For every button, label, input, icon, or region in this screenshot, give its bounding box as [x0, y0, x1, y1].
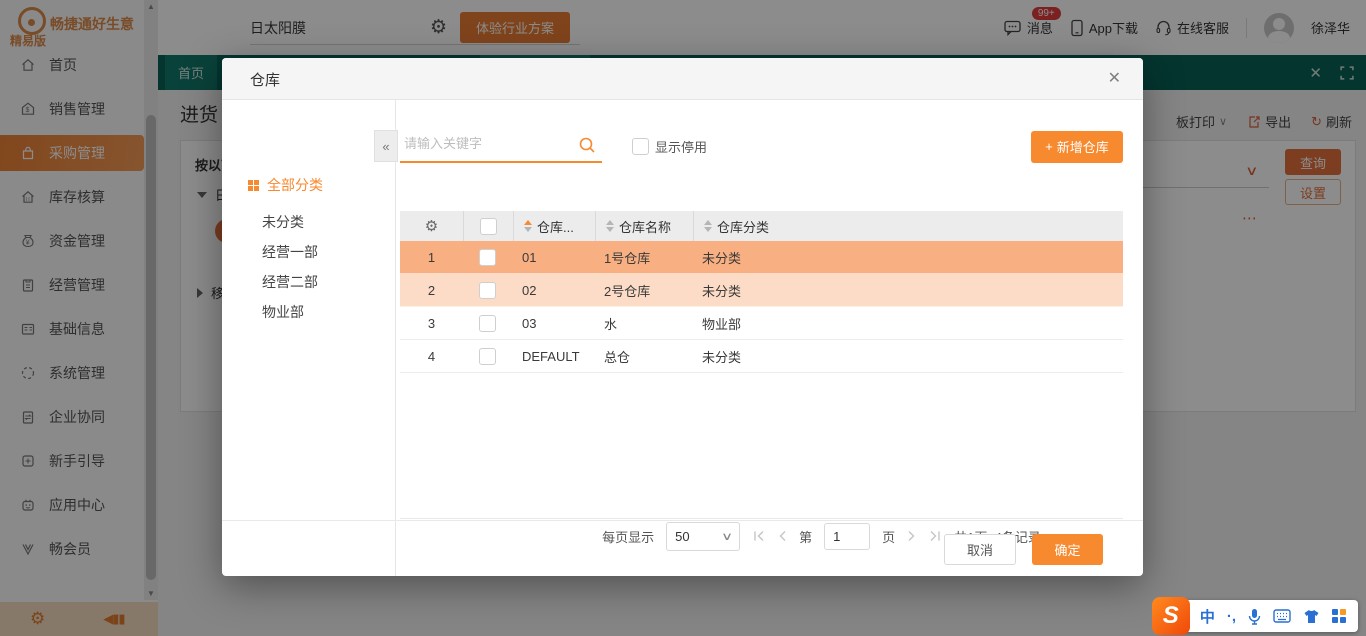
category-panel: 全部分类 未分类 经营一部 经营二部 物业部 [222, 99, 396, 576]
ime-language-mode[interactable]: 中 [1200, 606, 1215, 627]
ime-toolbox-grid-icon[interactable] [1332, 609, 1346, 623]
ime-punctuation-icon[interactable]: ·, [1227, 608, 1236, 625]
sort-icon[interactable] [704, 220, 712, 232]
category-item[interactable]: 物业部 [262, 302, 304, 322]
table-row[interactable]: 3 03 水 物业部 [400, 307, 1123, 340]
show-disabled-toggle[interactable]: 显示停用 [632, 137, 707, 156]
all-categories[interactable]: 全部分类 [248, 175, 323, 195]
modal-header: 仓库 ✕ [222, 58, 1143, 100]
column-header-name[interactable]: 仓库名称 [596, 211, 694, 241]
categories-grid-icon [248, 179, 259, 191]
row-checkbox[interactable] [479, 347, 496, 365]
column-header-category[interactable]: 仓库分类 [694, 211, 1123, 241]
show-disabled-checkbox[interactable] [632, 138, 649, 155]
sogou-logo-icon[interactable]: S [1151, 597, 1190, 635]
sort-asc-icon[interactable] [524, 220, 532, 232]
row-checkbox[interactable] [479, 314, 496, 332]
confirm-button[interactable]: 确定 [1032, 534, 1103, 565]
table-row[interactable]: 4 DEFAULT 总仓 未分类 [400, 340, 1123, 373]
search-icon[interactable] [578, 136, 596, 154]
modal-controls: 显示停用 + 新增仓库 [400, 130, 1123, 163]
table-row[interactable]: 1 01 1号仓库 未分类 [400, 241, 1123, 274]
select-all-cell[interactable] [464, 211, 514, 241]
plus-icon: + [1045, 139, 1053, 154]
app-window: 畅捷通好生意 精易版 首页 $ 销售管理 采购管理 库存核算 ¥ 资金管理 经营… [0, 0, 1366, 636]
cancel-button[interactable]: 取消 [944, 534, 1016, 565]
warehouse-table: ⚙ 仓库... 仓库名称 仓库分类 1 01 1号仓库 未分类 2 02 2号仓… [400, 211, 1123, 373]
select-all-checkbox[interactable] [480, 217, 497, 235]
category-item[interactable]: 未分类 [262, 212, 304, 232]
keyboard-icon[interactable] [1273, 609, 1291, 623]
row-checkbox[interactable] [479, 248, 496, 266]
panel-collapse-button[interactable]: « [374, 130, 398, 162]
column-settings-gear-icon[interactable]: ⚙ [425, 217, 438, 235]
search-input[interactable] [402, 134, 574, 152]
category-item[interactable]: 经营二部 [262, 272, 318, 292]
modal-close-icon[interactable]: ✕ [1108, 68, 1121, 88]
category-item[interactable]: 经营一部 [262, 242, 318, 262]
warehouse-modal: 仓库 ✕ 全部分类 未分类 经营一部 经营二部 物业部 « 显示停用 [222, 58, 1143, 576]
microphone-icon[interactable] [1248, 608, 1261, 625]
row-checkbox[interactable] [479, 281, 496, 299]
ime-toolbar: S 中 ·, [1151, 597, 1358, 635]
shirt-skin-icon[interactable] [1303, 609, 1320, 624]
column-settings-cell[interactable]: ⚙ [400, 211, 464, 241]
column-header-code[interactable]: 仓库... [514, 211, 596, 241]
search-box [400, 131, 602, 163]
modal-footer: 取消 确定 [222, 520, 1143, 576]
table-row[interactable]: 2 02 2号仓库 未分类 [400, 274, 1123, 307]
add-warehouse-button[interactable]: + 新增仓库 [1031, 130, 1123, 163]
table-header-row: ⚙ 仓库... 仓库名称 仓库分类 [400, 211, 1123, 241]
modal-title: 仓库 [250, 72, 281, 89]
sort-icon[interactable] [606, 220, 614, 232]
